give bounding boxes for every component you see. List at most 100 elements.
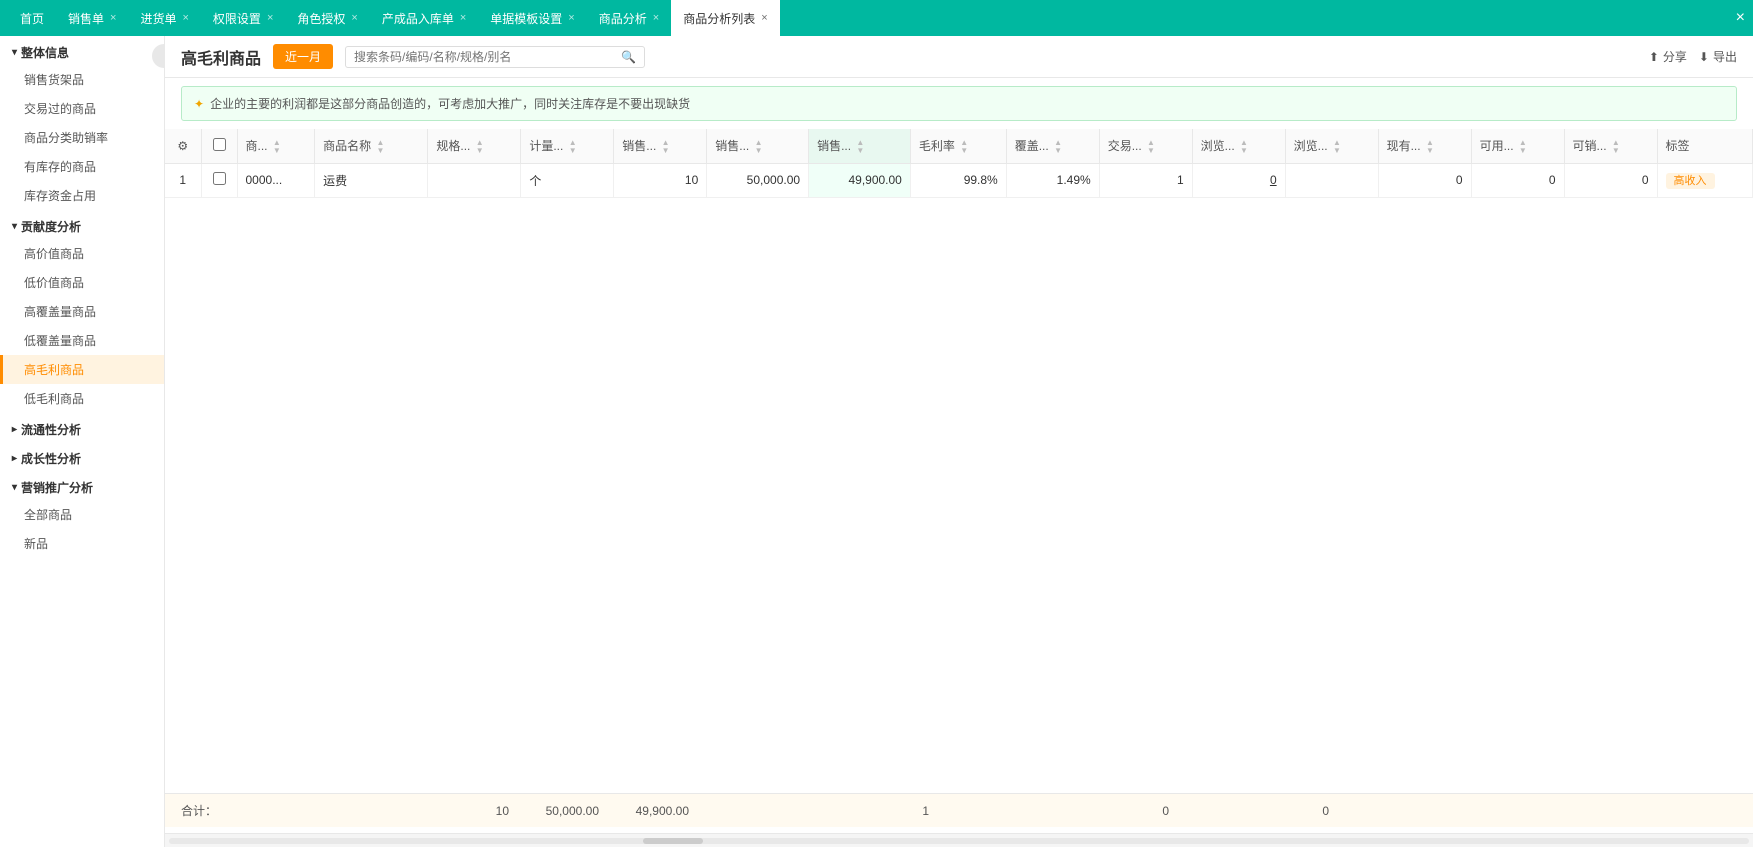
sidebar-item-traded-goods[interactable]: 交易过的商品 xyxy=(0,94,164,123)
td-sale-qty: 10 xyxy=(614,163,707,197)
nav-product-analysis-list[interactable]: 商品分析列表 × xyxy=(671,0,779,36)
nav-role-auth[interactable]: 角色授权 × xyxy=(285,0,369,36)
th-transactions[interactable]: 交易... ▲▼ xyxy=(1099,129,1192,163)
nav-template-settings[interactable]: 单据模板设置 × xyxy=(478,0,586,36)
th-code[interactable]: 商... ▲▼ xyxy=(237,129,315,163)
th-sale-amt[interactable]: 销售... ▲▼ xyxy=(707,129,809,163)
sidebar-item-new-products[interactable]: 新品 xyxy=(0,529,164,558)
search-box: 🔍 xyxy=(345,46,645,68)
th-settings[interactable]: ⚙ xyxy=(165,129,201,163)
data-table: ⚙ 商... ▲▼ 商品名称 ▲▼ xyxy=(165,129,1753,198)
sidebar-item-low-coverage[interactable]: 低覆盖量商品 xyxy=(0,326,164,355)
nav-product-inbound[interactable]: 产成品入库单 × xyxy=(370,0,478,36)
td-spec xyxy=(428,163,521,197)
td-views1[interactable]: 0 xyxy=(1192,163,1285,197)
close-product-analysis-list-icon[interactable]: × xyxy=(761,12,767,24)
chevron-down-icon: ▾ xyxy=(12,47,17,58)
sidebar-group-contribution[interactable]: ▾ 贡献度分析 xyxy=(0,210,164,239)
close-sales-order-icon[interactable]: × xyxy=(110,12,116,24)
search-icon[interactable]: 🔍 xyxy=(621,50,636,64)
th-unit[interactable]: 计量... ▲▼ xyxy=(521,129,614,163)
th-views2[interactable]: 浏览... ▲▼ xyxy=(1285,129,1378,163)
sort-code-icon: ▲▼ xyxy=(273,139,281,155)
sidebar-item-sales-shelf[interactable]: 销售货架品 xyxy=(0,65,164,94)
top-navigation: 首页 销售单 × 进货单 × 权限设置 × 角色授权 × 产成品入库单 × 单据… xyxy=(0,0,1753,36)
scrollbar-track[interactable] xyxy=(169,838,1749,844)
content-area: 高毛利商品 近一月 🔍 ⬆ 分享 ⬇ 导出 ✦ 企业的主要的利润都是这部分商品创… xyxy=(165,36,1753,847)
close-permission-settings-icon[interactable]: × xyxy=(267,12,273,24)
close-product-analysis-icon[interactable]: × xyxy=(653,12,659,24)
sort-views2-icon: ▲▼ xyxy=(1333,139,1341,155)
nav-product-analysis[interactable]: 商品分析 × xyxy=(587,0,671,36)
row-checkbox[interactable] xyxy=(213,172,226,185)
th-tag[interactable]: 标签 xyxy=(1657,129,1753,163)
close-template-settings-icon[interactable]: × xyxy=(568,12,574,24)
chevron-right-icon: ▾ xyxy=(9,427,20,432)
sidebar-item-low-margin[interactable]: 低毛利商品 xyxy=(0,384,164,413)
th-coverage[interactable]: 覆盖... ▲▼ xyxy=(1006,129,1099,163)
filter-recent-month-button[interactable]: 近一月 xyxy=(273,44,333,69)
td-views2 xyxy=(1285,163,1378,197)
td-checkbox[interactable] xyxy=(201,163,237,197)
footer-empty4 xyxy=(1017,804,1097,818)
th-checkbox[interactable] xyxy=(201,129,237,163)
select-all-checkbox[interactable] xyxy=(213,138,226,151)
th-views1[interactable]: 浏览... ▲▼ xyxy=(1192,129,1285,163)
sort-views1-icon: ▲▼ xyxy=(1240,139,1248,155)
sidebar-item-inventory-capital[interactable]: 库存资金占用 xyxy=(0,181,164,210)
th-saleable-stock[interactable]: 可销... ▲▼ xyxy=(1564,129,1657,163)
td-current-stock: 0 xyxy=(1378,163,1471,197)
footer-transactions: 1 xyxy=(857,804,937,818)
sidebar-item-in-stock-goods[interactable]: 有库存的商品 xyxy=(0,152,164,181)
close-product-inbound-icon[interactable]: × xyxy=(460,12,466,24)
close-all-tabs-button[interactable]: × xyxy=(1736,9,1745,27)
sidebar-item-low-value[interactable]: 低价值商品 xyxy=(0,268,164,297)
export-button[interactable]: ⬇ 导出 xyxy=(1699,48,1737,65)
sidebar-group-growth[interactable]: ▾ 成长性分析 xyxy=(0,442,164,471)
footer-sale-qty-val: 10 xyxy=(437,804,517,818)
footer-cells: 10 50,000.00 49,900.00 1 0 0 xyxy=(237,804,1337,818)
sidebar-group-overall[interactable]: ▾ 整体信息 xyxy=(0,36,164,65)
sidebar-item-high-coverage[interactable]: 高覆盖量商品 xyxy=(0,297,164,326)
sort-spec-icon: ▲▼ xyxy=(476,139,484,155)
table-container[interactable]: ⚙ 商... ▲▼ 商品名称 ▲▼ xyxy=(165,129,1753,847)
sort-avail-stock-icon: ▲▼ xyxy=(1519,139,1527,155)
sort-name-icon: ▲▼ xyxy=(377,139,385,155)
close-purchase-order-icon[interactable]: × xyxy=(182,12,188,24)
td-sale-profit: 49,900.00 xyxy=(809,163,911,197)
th-current-stock[interactable]: 现有... ▲▼ xyxy=(1378,129,1471,163)
th-sale-profit[interactable]: 销售... ▲▼ xyxy=(809,129,911,163)
page-title: 高毛利商品 xyxy=(181,45,261,69)
sidebar-group-marketing[interactable]: ▾ 营销推广分析 xyxy=(0,471,164,500)
sort-sale-amt-icon: ▲▼ xyxy=(755,139,763,155)
nav-sales-order[interactable]: 销售单 × xyxy=(56,0,128,36)
settings-icon[interactable]: ⚙ xyxy=(177,139,188,153)
horizontal-scrollbar[interactable] xyxy=(165,833,1753,847)
close-role-auth-icon[interactable]: × xyxy=(351,12,357,24)
th-avail-stock[interactable]: 可用... ▲▼ xyxy=(1471,129,1564,163)
sidebar-item-category-sales-rate[interactable]: 商品分类助销率 xyxy=(0,123,164,152)
sidebar-item-high-value[interactable]: 高价值商品 xyxy=(0,239,164,268)
td-tag: 高收入 xyxy=(1657,163,1753,197)
sidebar-item-high-margin[interactable]: 高毛利商品 xyxy=(0,355,164,384)
td-avail-stock: 0 xyxy=(1471,163,1564,197)
footer-total-row: 合计： 10 50,000.00 49,900.00 1 0 0 xyxy=(165,793,1753,827)
th-sale-qty[interactable]: 销售... ▲▼ xyxy=(614,129,707,163)
sidebar-item-all-goods[interactable]: 全部商品 xyxy=(0,500,164,529)
share-button[interactable]: ⬆ 分享 xyxy=(1649,48,1687,65)
sort-current-stock-icon: ▲▼ xyxy=(1426,139,1434,155)
sidebar-group-liquidity[interactable]: ▾ 流通性分析 xyxy=(0,413,164,442)
nav-permission-settings[interactable]: 权限设置 × xyxy=(201,0,285,36)
export-icon: ⬇ xyxy=(1699,50,1709,64)
th-gross-rate[interactable]: 毛利率 ▲▼ xyxy=(910,129,1006,163)
nav-purchase-order[interactable]: 进货单 × xyxy=(128,0,200,36)
search-input[interactable] xyxy=(354,50,621,64)
th-spec[interactable]: 规格... ▲▼ xyxy=(428,129,521,163)
td-sale-amt: 50,000.00 xyxy=(707,163,809,197)
footer-sale-profit: 49,900.00 xyxy=(607,804,697,818)
scrollbar-thumb[interactable] xyxy=(643,838,703,844)
td-unit: 个 xyxy=(521,163,614,197)
th-name[interactable]: 商品名称 ▲▼ xyxy=(315,129,428,163)
nav-home[interactable]: 首页 xyxy=(8,0,56,36)
sort-coverage-icon: ▲▼ xyxy=(1054,139,1062,155)
